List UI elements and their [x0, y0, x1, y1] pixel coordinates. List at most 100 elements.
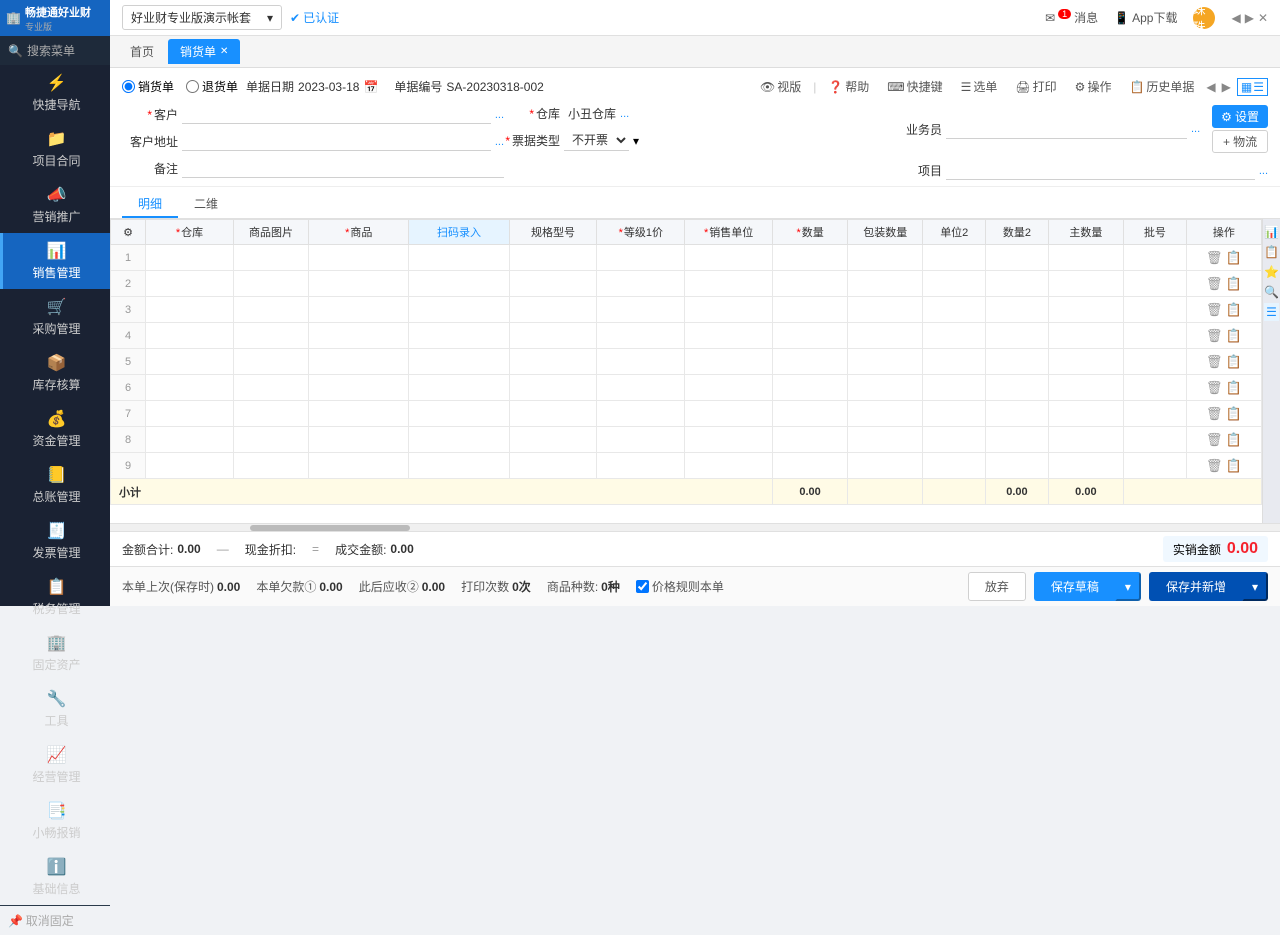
td-spec[interactable]: [509, 271, 597, 297]
td-unit[interactable]: [685, 375, 773, 401]
discard-btn[interactable]: 放弃: [968, 572, 1026, 601]
td-price1[interactable]: [597, 401, 685, 427]
company-selector[interactable]: 好业财专业版演示帐套 ▾: [122, 5, 282, 30]
invoice-type-select[interactable]: 不开票: [564, 130, 629, 151]
user-avatar[interactable]: 珠珠: [1193, 7, 1215, 29]
td-unit2[interactable]: [923, 349, 986, 375]
sidebar-item-project[interactable]: 📁 项目合同: [0, 121, 110, 177]
td-batch[interactable]: [1124, 245, 1187, 271]
nav-prev-icon[interactable]: ◀: [1206, 80, 1215, 94]
copy-icon[interactable]: 📋: [1226, 458, 1242, 473]
td-unit2[interactable]: [923, 375, 986, 401]
td-goods[interactable]: [309, 375, 409, 401]
tab-close-icon[interactable]: ✕: [220, 46, 228, 57]
td-qty[interactable]: [772, 401, 847, 427]
sidebar-unpin[interactable]: 📌 取消固定: [0, 905, 110, 935]
td-warehouse[interactable]: [146, 375, 234, 401]
sidebar-item-marketing[interactable]: 📣 营销推广: [0, 177, 110, 233]
td-unit2[interactable]: [923, 245, 986, 271]
rp-icon-2[interactable]: 📋: [1262, 243, 1280, 261]
customer-input[interactable]: [182, 105, 491, 124]
save-draft-btn[interactable]: 保存草稿: [1034, 572, 1115, 601]
rp-icon-4[interactable]: 🔍: [1262, 283, 1280, 301]
tab-home[interactable]: 首页: [118, 39, 166, 64]
td-batch[interactable]: [1124, 297, 1187, 323]
toolbar-select-btn[interactable]: ☰选单: [955, 76, 1004, 97]
td-main-qty[interactable]: [1048, 401, 1123, 427]
customer-more[interactable]: ...: [495, 109, 504, 121]
delete-icon[interactable]: 🗑: [1206, 380, 1223, 395]
toolbar-shortcut-btn[interactable]: ⌨快捷键: [881, 76, 948, 97]
message-btn[interactable]: ✉ 1 消息: [1045, 9, 1098, 26]
td-qty2[interactable]: [986, 297, 1049, 323]
td-batch[interactable]: [1124, 271, 1187, 297]
copy-icon[interactable]: 📋: [1226, 380, 1242, 395]
radio-sales-input[interactable]: [122, 80, 135, 93]
td-main-qty[interactable]: [1048, 297, 1123, 323]
app-download-btn[interactable]: 📱 App下载: [1114, 9, 1177, 26]
td-price1[interactable]: [597, 427, 685, 453]
toolbar-print-btn[interactable]: 🖨打印: [1009, 76, 1062, 97]
td-batch-import[interactable]: [409, 375, 509, 401]
radio-return[interactable]: 退货单: [186, 78, 238, 95]
remark-input[interactable]: [182, 159, 504, 178]
td-pack-qty[interactable]: [848, 323, 923, 349]
td-pack-qty[interactable]: [848, 297, 923, 323]
copy-icon[interactable]: 📋: [1226, 328, 1242, 343]
calendar-icon[interactable]: 📅: [363, 80, 378, 94]
td-batch[interactable]: [1124, 375, 1187, 401]
td-qty2[interactable]: [986, 349, 1049, 375]
td-warehouse[interactable]: [146, 271, 234, 297]
set-btn[interactable]: ⚙ 设置: [1212, 105, 1268, 128]
td-main-qty[interactable]: [1048, 453, 1123, 479]
td-goods[interactable]: [309, 271, 409, 297]
sidebar-item-quick[interactable]: ⚡ 快捷导航: [0, 65, 110, 121]
td-warehouse[interactable]: [146, 297, 234, 323]
td-spec[interactable]: [509, 427, 597, 453]
td-warehouse[interactable]: [146, 323, 234, 349]
td-unit2[interactable]: [923, 453, 986, 479]
td-warehouse[interactable]: [146, 427, 234, 453]
td-qty2[interactable]: [986, 401, 1049, 427]
td-spec[interactable]: [509, 349, 597, 375]
td-qty[interactable]: [772, 271, 847, 297]
td-batch-import[interactable]: [409, 297, 509, 323]
td-batch-import[interactable]: [409, 401, 509, 427]
td-unit[interactable]: [685, 245, 773, 271]
toolbar-view-btn[interactable]: 👁视版: [754, 76, 807, 97]
delete-icon[interactable]: 🗑: [1206, 328, 1223, 343]
td-unit2[interactable]: [923, 323, 986, 349]
td-unit[interactable]: [685, 349, 773, 375]
td-goods[interactable]: [309, 245, 409, 271]
td-main-qty[interactable]: [1048, 349, 1123, 375]
rp-icon-5[interactable]: ☰: [1264, 303, 1279, 321]
nav-next-icon[interactable]: ▶: [1222, 80, 1231, 94]
td-qty2[interactable]: [986, 323, 1049, 349]
delete-icon[interactable]: 🗑: [1206, 276, 1223, 291]
td-qty2[interactable]: [986, 427, 1049, 453]
td-unit[interactable]: [685, 401, 773, 427]
next-icon[interactable]: ▶: [1245, 11, 1254, 25]
th-settings[interactable]: ⚙: [111, 220, 146, 245]
td-main-qty[interactable]: [1048, 375, 1123, 401]
td-pack-qty[interactable]: [848, 245, 923, 271]
td-goods[interactable]: [309, 401, 409, 427]
td-unit[interactable]: [685, 453, 773, 479]
sidebar-item-tools[interactable]: 🔧 工具: [0, 681, 110, 737]
toolbar-history-btn[interactable]: 📋历史单据: [1123, 76, 1200, 97]
td-qty[interactable]: [772, 453, 847, 479]
td-qty2[interactable]: [986, 245, 1049, 271]
save-new-dropdown-btn[interactable]: ▾: [1242, 572, 1268, 601]
td-warehouse[interactable]: [146, 453, 234, 479]
td-batch-import[interactable]: [409, 427, 509, 453]
td-batch-import[interactable]: [409, 271, 509, 297]
td-goods[interactable]: [309, 427, 409, 453]
price-check-input[interactable]: [636, 580, 649, 593]
rp-icon-1[interactable]: 📊: [1262, 223, 1280, 241]
copy-icon[interactable]: 📋: [1226, 432, 1242, 447]
delete-icon[interactable]: 🗑: [1206, 250, 1223, 265]
prev-icon[interactable]: ◀: [1231, 11, 1240, 25]
td-unit2[interactable]: [923, 427, 986, 453]
th-batch-import[interactable]: 扫码录入: [409, 220, 509, 245]
td-price1[interactable]: [597, 297, 685, 323]
